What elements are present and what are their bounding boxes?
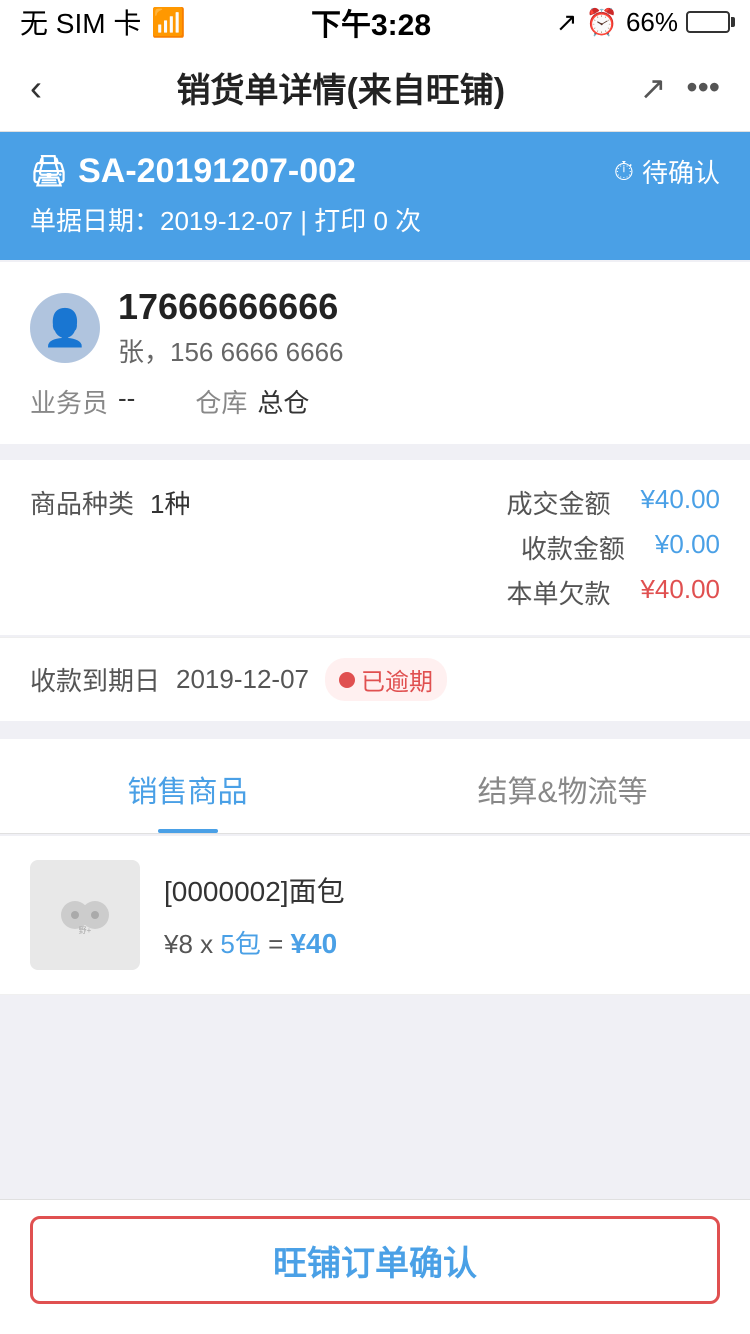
owed-row: 本单欠款 ¥40.00 xyxy=(506,574,720,611)
order-number: 🖨 SA-20191207-002 xyxy=(30,152,356,191)
status-clock-icon: ⏱ xyxy=(614,156,634,188)
due-date-value: 2019-12-07 xyxy=(176,664,309,695)
status-bar-right: ↗ ⏰ 66% xyxy=(556,7,730,38)
transaction-value: ¥40.00 xyxy=(640,484,720,521)
nav-bar: ‹ 销货单详情(来自旺铺) ↗ ••• xyxy=(0,44,750,132)
battery-icon xyxy=(686,11,730,33)
more-button[interactable]: ••• xyxy=(686,69,720,106)
overdue-dot-icon xyxy=(339,672,355,688)
status-bar: 无 SIM 卡 📶 下午3:28 ↗ ⏰ 66% xyxy=(0,0,750,44)
price-text: ¥8 x xyxy=(164,929,220,959)
warehouse-value: 总仓 xyxy=(257,383,309,420)
received-label: 收款金额 xyxy=(521,529,625,566)
equals-text: = xyxy=(261,929,291,959)
warehouse: 仓库 总仓 xyxy=(195,383,309,420)
received-value: ¥0.00 xyxy=(655,529,720,566)
sales-rep-value: -- xyxy=(118,383,135,420)
overdue-badge: 已逾期 xyxy=(325,658,447,701)
contact-name: 张，156 6666 6666 xyxy=(118,332,344,369)
print-text: 打印 0 次 xyxy=(314,206,421,236)
amount-right: 成交金额 ¥40.00 收款金额 ¥0.00 本单欠款 ¥40.00 xyxy=(506,484,720,611)
order-number-text: SA-20191207-002 xyxy=(78,152,356,191)
status-text: 待确认 xyxy=(642,153,720,190)
date-separator: | xyxy=(300,206,307,236)
tabs-section: 销售商品 结算&物流等 xyxy=(0,739,750,834)
page-title: 销货单详情(来自旺铺) xyxy=(176,63,505,112)
location-icon: ↗ xyxy=(556,7,578,38)
owed-label: 本单欠款 xyxy=(506,574,610,611)
back-button[interactable]: ‹ xyxy=(30,67,42,109)
wifi-icon: 📶 xyxy=(151,6,186,39)
status-bar-time: 下午3:28 xyxy=(311,0,431,44)
product-price: ¥8 x 5包 = ¥40 xyxy=(164,924,720,961)
product-type-value: 1种 xyxy=(150,484,190,521)
tab-sales-label: 销售商品 xyxy=(128,776,248,809)
warehouse-label: 仓库 xyxy=(195,383,247,420)
quantity-text: 5包 xyxy=(220,929,260,959)
avatar: 👤 xyxy=(30,293,100,363)
date-label: 单据日期： xyxy=(30,206,160,236)
overdue-text: 已逾期 xyxy=(361,662,433,697)
order-print-icon: 🖨 xyxy=(30,154,68,189)
contact-phone: 17666666666 xyxy=(118,286,344,328)
tab-settlement-label: 结算&物流等 xyxy=(477,776,647,809)
svg-text:野+: 野+ xyxy=(79,926,92,935)
date-value: 2019-12-07 xyxy=(160,206,293,236)
product-type-label: 商品种类 xyxy=(30,484,134,521)
tab-sales-products[interactable]: 销售商品 xyxy=(0,739,375,833)
share-button[interactable]: ↗ xyxy=(640,69,667,107)
due-section: 收款到期日 2019-12-07 已逾期 xyxy=(0,637,750,721)
contact-card: 👤 17666666666 张，156 6666 6666 业务员 -- 仓库 … xyxy=(0,262,750,444)
amount-section: 商品种类 1种 成交金额 ¥40.00 收款金额 ¥0.00 本单欠款 ¥40.… xyxy=(0,460,750,635)
confirm-order-button[interactable]: 旺铺订单确认 xyxy=(30,1216,720,1304)
nav-actions: ↗ ••• xyxy=(640,69,720,107)
product-info: [0000002]面包 ¥8 x 5包 = ¥40 xyxy=(164,870,720,961)
alarm-icon: ⏰ xyxy=(586,7,618,38)
order-status: ⏱ 待确认 xyxy=(614,153,720,190)
due-date-label: 收款到期日 xyxy=(30,661,160,698)
carrier-text: 无 SIM 卡 xyxy=(20,2,141,42)
product-name: [0000002]面包 xyxy=(164,870,720,910)
order-header: 🖨 SA-20191207-002 ⏱ 待确认 单据日期：2019-12-07 … xyxy=(0,132,750,260)
bottom-bar: 旺铺订单确认 xyxy=(0,1199,750,1334)
product-type: 商品种类 1种 xyxy=(30,484,190,521)
order-date: 单据日期：2019-12-07 | 打印 0 次 xyxy=(30,201,720,238)
product-item: 野+ [0000002]面包 ¥8 x 5包 = ¥40 xyxy=(0,836,750,995)
order-header-top: 🖨 SA-20191207-002 ⏱ 待确认 xyxy=(30,152,720,191)
product-list: 野+ [0000002]面包 ¥8 x 5包 = ¥40 xyxy=(0,836,750,995)
contact-info: 17666666666 张，156 6666 6666 xyxy=(118,286,344,369)
tab-settlement[interactable]: 结算&物流等 xyxy=(375,739,750,833)
sales-rep: 业务员 -- xyxy=(30,383,135,420)
battery-text: 66% xyxy=(626,7,678,38)
transaction-row: 成交金额 ¥40.00 xyxy=(506,484,720,521)
contact-top: 👤 17666666666 张，156 6666 6666 xyxy=(30,286,720,369)
transaction-label: 成交金额 xyxy=(506,484,610,521)
owed-value: ¥40.00 xyxy=(640,574,720,611)
product-thumbnail: 野+ xyxy=(30,860,140,970)
contact-meta: 业务员 -- 仓库 总仓 xyxy=(30,383,720,420)
sales-rep-label: 业务员 xyxy=(30,383,108,420)
total-text: ¥40 xyxy=(290,928,337,959)
received-row: 收款金额 ¥0.00 xyxy=(521,529,720,566)
status-bar-left: 无 SIM 卡 📶 xyxy=(20,2,186,42)
